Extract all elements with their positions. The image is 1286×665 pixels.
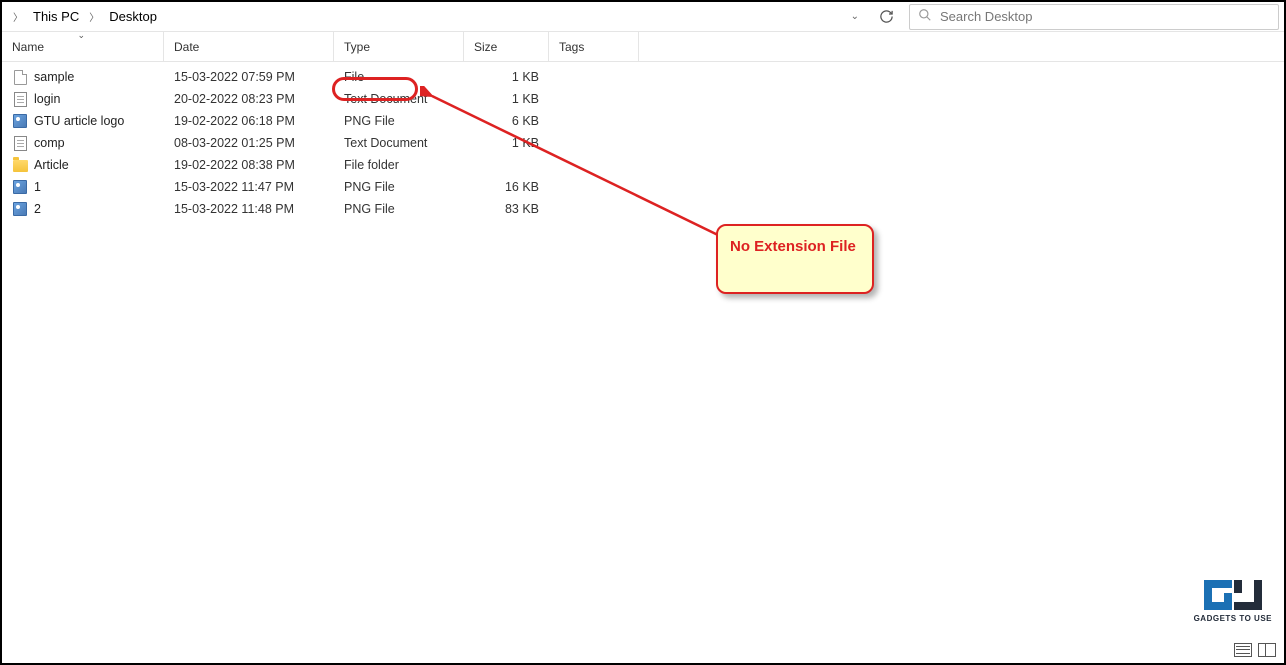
file-name: login bbox=[34, 92, 60, 106]
search-input[interactable]: Search Desktop bbox=[909, 4, 1279, 30]
address-bar: 〉 This PC 〉 Desktop ⌄ Search Desktop bbox=[2, 2, 1284, 32]
column-name[interactable]: Name ⌄ bbox=[2, 32, 164, 61]
file-date: 15-03-2022 11:47 PM bbox=[164, 180, 334, 194]
file-list: sample15-03-2022 07:59 PMFile1 KBlogin20… bbox=[2, 62, 1284, 220]
columns-header: Name ⌄ Date Type Size Tags bbox=[2, 32, 1284, 62]
file-type: File folder bbox=[334, 158, 464, 172]
breadcrumb-desktop[interactable]: Desktop bbox=[105, 7, 161, 26]
column-tags[interactable]: Tags bbox=[549, 32, 639, 61]
generic-file-icon bbox=[12, 69, 28, 85]
folder-file-icon bbox=[12, 157, 28, 173]
file-date: 15-03-2022 07:59 PM bbox=[164, 70, 334, 84]
file-name: 2 bbox=[34, 202, 41, 216]
file-name: GTU article logo bbox=[34, 114, 124, 128]
file-size: 1 KB bbox=[464, 92, 549, 106]
file-size: 1 KB bbox=[464, 136, 549, 150]
watermark-text: GADGETS TO USE bbox=[1194, 614, 1272, 623]
file-type: Text Document bbox=[334, 92, 464, 106]
file-date: 19-02-2022 06:18 PM bbox=[164, 114, 334, 128]
column-date[interactable]: Date bbox=[164, 32, 334, 61]
refresh-button[interactable] bbox=[871, 5, 901, 29]
file-size: 6 KB bbox=[464, 114, 549, 128]
file-date: 08-03-2022 01:25 PM bbox=[164, 136, 334, 150]
file-row[interactable]: 1 15-03-2022 11:47 PMPNG File16 KB bbox=[2, 176, 1284, 198]
annotation-callout: No Extension File bbox=[716, 224, 874, 294]
file-name: comp bbox=[34, 136, 65, 150]
refresh-icon bbox=[879, 9, 894, 24]
file-name: sample bbox=[34, 70, 74, 84]
status-bar-view-icons bbox=[1234, 643, 1276, 657]
png-file-icon bbox=[12, 179, 28, 195]
column-size[interactable]: Size bbox=[464, 32, 549, 61]
file-type: File bbox=[334, 70, 464, 84]
text-file-icon bbox=[12, 91, 28, 107]
large-icons-view-icon[interactable] bbox=[1258, 643, 1276, 657]
file-row[interactable]: comp 08-03-2022 01:25 PMText Document1 KB bbox=[2, 132, 1284, 154]
file-name: 1 bbox=[34, 180, 41, 194]
file-type: PNG File bbox=[334, 202, 464, 216]
file-row[interactable]: sample 15-03-2022 07:59 PMFile1 KB bbox=[2, 66, 1284, 88]
search-icon bbox=[918, 8, 932, 25]
file-date: 15-03-2022 11:48 PM bbox=[164, 202, 334, 216]
text-file-icon bbox=[12, 135, 28, 151]
file-row[interactable]: login 20-02-2022 08:23 PMText Document1 K… bbox=[2, 88, 1284, 110]
search-placeholder: Search Desktop bbox=[940, 9, 1033, 24]
file-size: 16 KB bbox=[464, 180, 549, 194]
png-file-icon bbox=[12, 113, 28, 129]
file-type: Text Document bbox=[334, 136, 464, 150]
sort-indicator-icon: ⌄ bbox=[77, 30, 85, 41]
chevron-down-icon[interactable]: ⌄ bbox=[851, 11, 859, 22]
file-size: 83 KB bbox=[464, 202, 549, 216]
file-size: 1 KB bbox=[464, 70, 549, 84]
chevron-right-icon: 〉 bbox=[89, 9, 99, 24]
file-name: Article bbox=[34, 158, 69, 172]
file-row[interactable]: GTU article logo 19-02-2022 06:18 PMPNG F… bbox=[2, 110, 1284, 132]
chevron-right-icon: 〉 bbox=[13, 9, 23, 24]
file-row[interactable]: 2 15-03-2022 11:48 PMPNG File83 KB bbox=[2, 198, 1284, 220]
file-date: 19-02-2022 08:38 PM bbox=[164, 158, 334, 172]
file-type: PNG File bbox=[334, 180, 464, 194]
png-file-icon bbox=[12, 201, 28, 217]
breadcrumb-this-pc[interactable]: This PC bbox=[29, 7, 83, 26]
file-row[interactable]: Article 19-02-2022 08:38 PMFile folder bbox=[2, 154, 1284, 176]
file-type: PNG File bbox=[334, 114, 464, 128]
details-view-icon[interactable] bbox=[1234, 643, 1252, 657]
file-date: 20-02-2022 08:23 PM bbox=[164, 92, 334, 106]
breadcrumb[interactable]: 〉 This PC 〉 Desktop ⌄ bbox=[7, 7, 871, 26]
watermark-logo: GADGETS TO USE bbox=[1194, 580, 1272, 623]
column-type[interactable]: Type bbox=[334, 32, 464, 61]
